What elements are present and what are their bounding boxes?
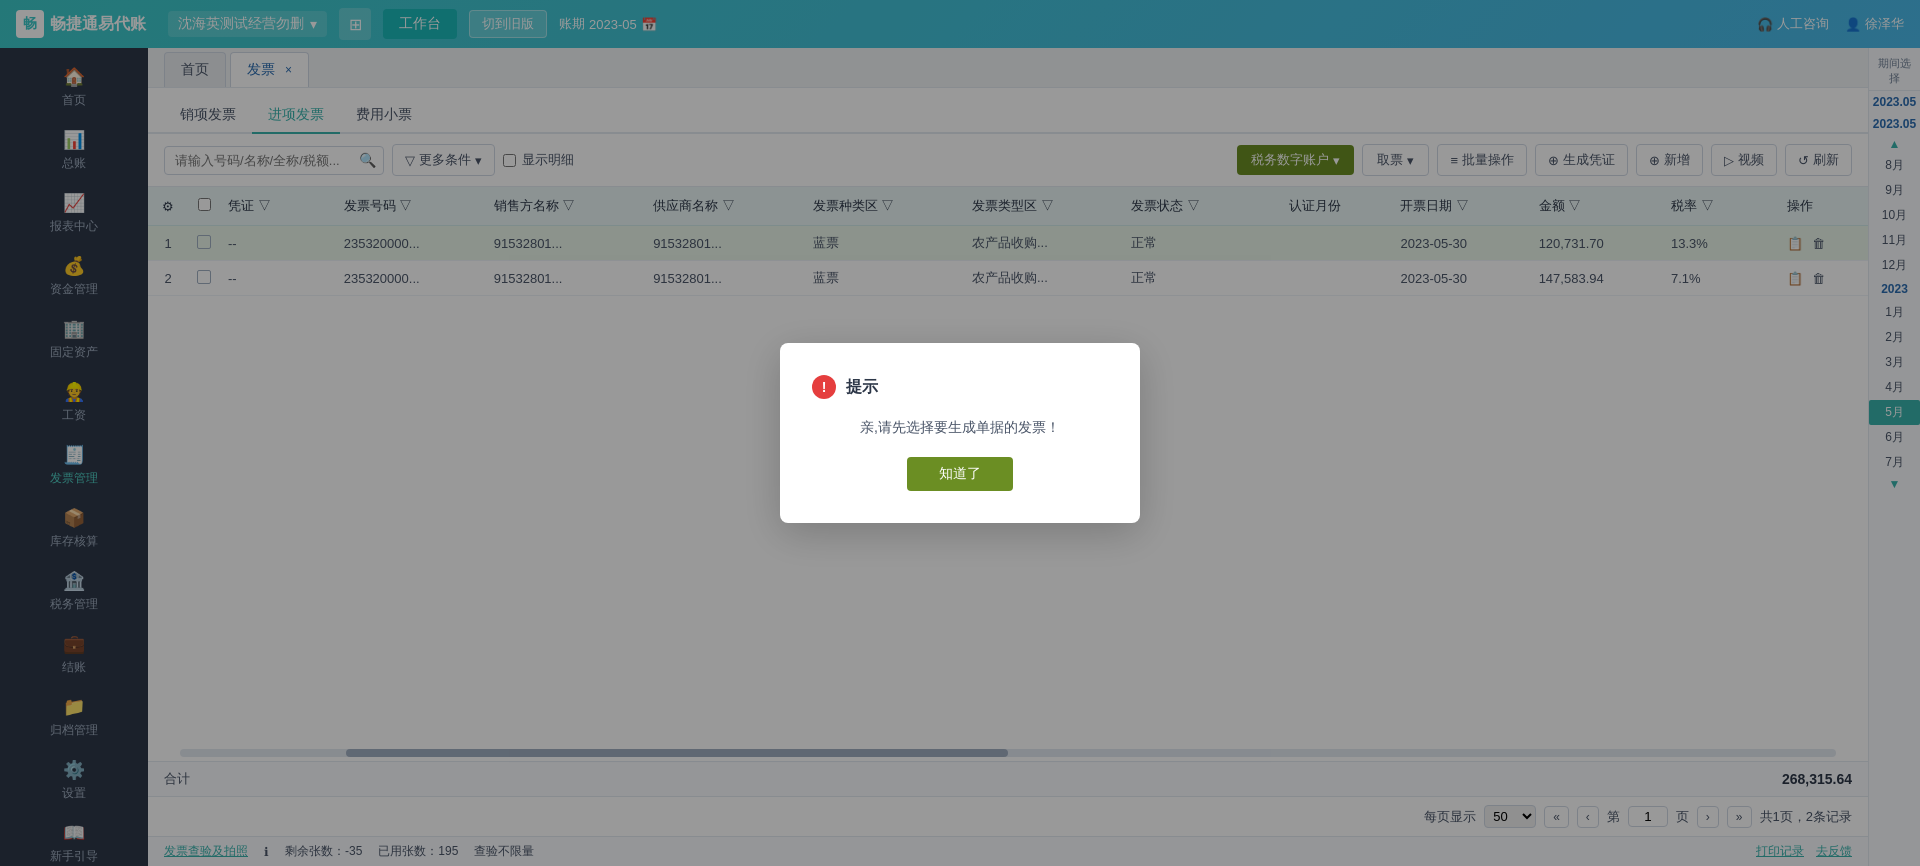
dialog-warning-icon: ! <box>812 375 836 399</box>
dialog-title-row: ! 提示 <box>812 375 878 399</box>
dialog-overlay: ! 提示 亲,请先选择要生成单据的发票！ 知道了 <box>0 0 1920 866</box>
dialog: ! 提示 亲,请先选择要生成单据的发票！ 知道了 <box>780 343 1140 523</box>
dialog-title: 提示 <box>846 377 878 398</box>
dialog-ok-button[interactable]: 知道了 <box>907 457 1013 491</box>
dialog-message: 亲,请先选择要生成单据的发票！ <box>860 419 1060 437</box>
